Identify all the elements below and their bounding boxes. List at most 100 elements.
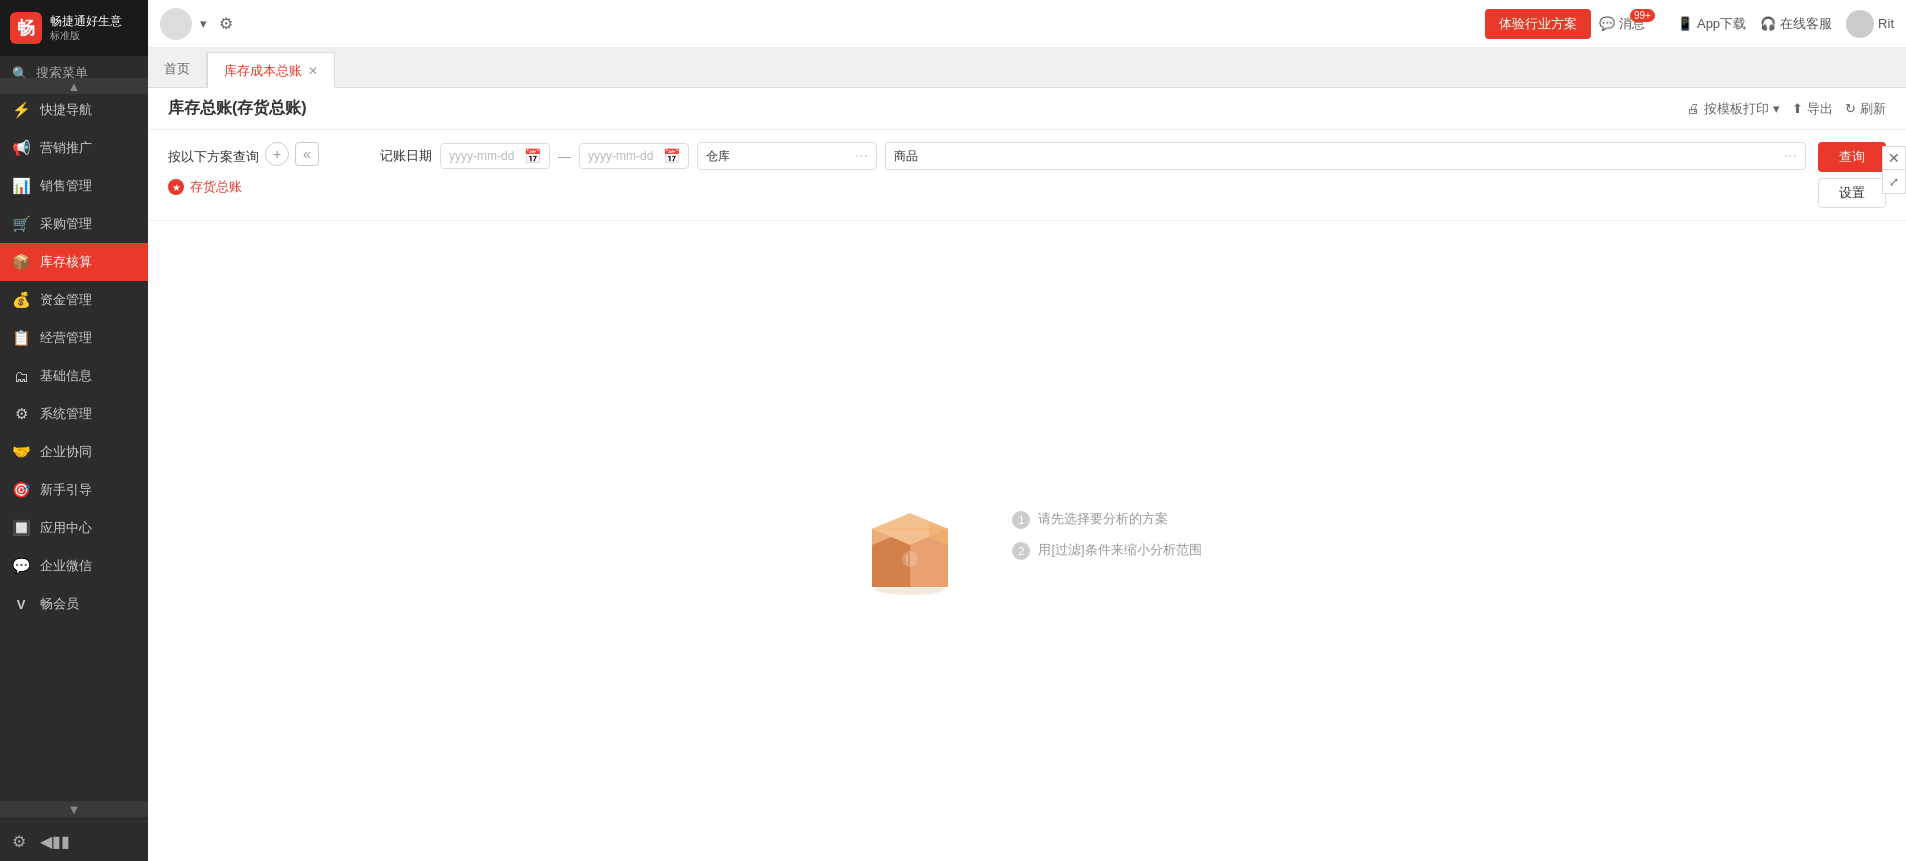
sidebar-item-system[interactable]: ⚙ 系统管理	[0, 395, 148, 433]
sidebar-item-quicknav[interactable]: ⚡ 快捷导航	[0, 91, 148, 129]
sidebar-item-marketing[interactable]: 📢 营销推广	[0, 129, 148, 167]
sidebar-item-label: 基础信息	[40, 367, 136, 385]
print-dropdown-icon[interactable]: ▾	[1773, 101, 1780, 116]
refresh-icon: ↻	[1845, 101, 1856, 116]
refresh-btn[interactable]: ↻ 刷新	[1845, 100, 1886, 118]
sidebar-item-member[interactable]: V 畅会员	[0, 585, 148, 623]
panel-buttons: ✕ ⤢	[1882, 146, 1906, 194]
inventory-icon: 📦	[12, 253, 30, 271]
scheme-item-inventory[interactable]: ★ 存货总账	[168, 178, 368, 196]
sidebar-item-label: 库存核算	[40, 253, 136, 271]
query-button[interactable]: 查询	[1818, 142, 1886, 172]
corpwx-icon: 💬	[12, 557, 30, 575]
user-name: Rit	[1878, 16, 1894, 31]
sidebar-item-inventory[interactable]: 📦 库存核算	[0, 243, 148, 281]
tab-inventory-ledger[interactable]: 库存成本总账 ✕	[207, 52, 335, 88]
sidebar-bottom: ⚙ ◀▮▮	[0, 821, 148, 861]
warehouse-filter[interactable]: 仓库 ···	[697, 142, 877, 170]
user-avatar-topbar	[160, 8, 192, 40]
hint-num-1: 1	[1012, 511, 1030, 529]
empty-box-svg: !	[852, 481, 972, 601]
online-service-item[interactable]: 🎧 在线客服	[1760, 15, 1832, 33]
hint-text-1: 请先选择要分析的方案	[1038, 510, 1168, 528]
topbar-dropdown[interactable]: ▾	[200, 16, 207, 31]
app-download-item[interactable]: 📱 App下载	[1677, 15, 1746, 33]
sidebar-item-label: 新手引导	[40, 481, 136, 499]
goods-filter[interactable]: 商品 ···	[885, 142, 1806, 170]
sidebar-item-corpwx[interactable]: 💬 企业微信	[0, 547, 148, 585]
tab-home-label: 首页	[164, 60, 190, 78]
topbar-left: ▾ ⚙	[160, 8, 1477, 40]
filter-right-buttons: 查询 设置	[1818, 142, 1886, 208]
refresh-label: 刷新	[1860, 100, 1886, 118]
sidebar-item-sales[interactable]: 📊 销售管理	[0, 167, 148, 205]
purchase-icon: 🛒	[12, 215, 30, 233]
sidebar-nav: ⚡ 快捷导航 📢 营销推广 📊 销售管理 🛒 采购管理 📦 库存核算 💰 资金管…	[0, 91, 148, 821]
inner-page: 库存总账(存货总账) 🖨 按模板打印 ▾ ⬆ 导出 ↻ 刷新	[148, 88, 1906, 861]
sidebar-item-label: 销售管理	[40, 177, 136, 195]
sidebar-item-finance[interactable]: 💰 资金管理	[0, 281, 148, 319]
trial-button[interactable]: 体验行业方案	[1485, 9, 1591, 39]
sales-icon: 📊	[12, 177, 30, 195]
quicknav-icon: ⚡	[12, 101, 30, 119]
tab-active-label: 库存成本总账	[224, 62, 302, 80]
settings-gear-icon[interactable]: ⚙	[219, 14, 233, 33]
newguide-icon: 🎯	[12, 481, 30, 499]
marketing-icon: 📢	[12, 139, 30, 157]
tabbar: 首页 库存成本总账 ✕	[148, 48, 1906, 88]
date-start-placeholder: yyyy-mm-dd	[449, 149, 524, 163]
settings-button[interactable]: 设置	[1818, 178, 1886, 208]
hint-item-2: 2 用[过滤]条件来缩小分析范围	[1012, 541, 1201, 560]
panel-close-button[interactable]: ✕	[1882, 146, 1906, 170]
messages-badge: 99+	[1630, 9, 1655, 22]
messages-item[interactable]: 💬 消息 99+	[1599, 15, 1645, 33]
date-label: 记账日期	[380, 147, 432, 165]
user-info-item[interactable]: Rit	[1846, 10, 1894, 38]
tab-close-icon[interactable]: ✕	[308, 64, 318, 78]
sidebar-item-label: 采购管理	[40, 215, 136, 233]
print-btn[interactable]: 🖨 按模板打印 ▾	[1687, 100, 1780, 118]
sidebar-item-operation[interactable]: 📋 经营管理	[0, 319, 148, 357]
empty-hints: 1 请先选择要分析的方案 2 用[过滤]条件来缩小分析范围	[1012, 510, 1201, 572]
filter-add-button[interactable]: +	[265, 142, 289, 166]
goods-more-icon[interactable]: ···	[1784, 147, 1797, 165]
page-header-actions: 🖨 按模板打印 ▾ ⬆ 导出 ↻ 刷新	[1687, 100, 1886, 118]
panel-expand-button[interactable]: ⤢	[1882, 170, 1906, 194]
date-end-input[interactable]: yyyy-mm-dd 📅	[579, 143, 689, 169]
finance-icon: 💰	[12, 291, 30, 309]
sidebar-item-appcenter[interactable]: 🔲 应用中心	[0, 509, 148, 547]
warehouse-more-icon[interactable]: ···	[855, 147, 868, 165]
sidebar-scroll-up[interactable]: ▲	[0, 78, 148, 94]
calendar-start-icon: 📅	[524, 148, 541, 164]
sidebar-item-label: 企业协同	[40, 443, 136, 461]
hint-item-1: 1 请先选择要分析的方案	[1012, 510, 1201, 529]
scheme-icon: ★	[168, 179, 184, 195]
sidebar-item-coop[interactable]: 🤝 企业协同	[0, 433, 148, 471]
sidebar-logo: 畅 畅捷通好生意 标准版	[0, 0, 148, 56]
sidebar-item-label: 营销推广	[40, 139, 136, 157]
sidebar-item-basic[interactable]: 🗂 基础信息	[0, 357, 148, 395]
filter-label: 按以下方案查询	[168, 142, 259, 166]
date-start-input[interactable]: yyyy-mm-dd 📅	[440, 143, 550, 169]
tab-home[interactable]: 首页	[148, 51, 207, 87]
warehouse-label: 仓库	[706, 148, 730, 165]
hint-num-2: 2	[1012, 542, 1030, 560]
goods-label: 商品	[894, 148, 918, 165]
system-icon: ⚙	[12, 405, 30, 423]
coop-icon: 🤝	[12, 443, 30, 461]
sound-icon[interactable]: ◀▮▮	[40, 832, 70, 851]
settings-bottom-icon[interactable]: ⚙	[12, 832, 26, 851]
sidebar-item-purchase[interactable]: 🛒 采购管理	[0, 205, 148, 243]
svg-text:!: !	[905, 552, 909, 568]
hint-text-2: 用[过滤]条件来缩小分析范围	[1038, 541, 1201, 559]
appcenter-icon: 🔲	[12, 519, 30, 537]
sidebar-item-newguide[interactable]: 🎯 新手引导	[0, 471, 148, 509]
page-content: 库存总账(存货总账) 🖨 按模板打印 ▾ ⬆ 导出 ↻ 刷新	[148, 88, 1906, 861]
topbar: ▾ ⚙ 体验行业方案 💬 消息 99+ 📱 App下载 🎧 在线客服 Rit	[148, 0, 1906, 48]
sidebar-scroll-down[interactable]: ▼	[0, 801, 148, 817]
app-download-label: App下载	[1697, 15, 1746, 33]
export-btn[interactable]: ⬆ 导出	[1792, 100, 1833, 118]
basic-icon: 🗂	[12, 368, 30, 385]
filter-collapse-button[interactable]: «	[295, 142, 319, 166]
sidebar-item-label: 快捷导航	[40, 101, 136, 119]
